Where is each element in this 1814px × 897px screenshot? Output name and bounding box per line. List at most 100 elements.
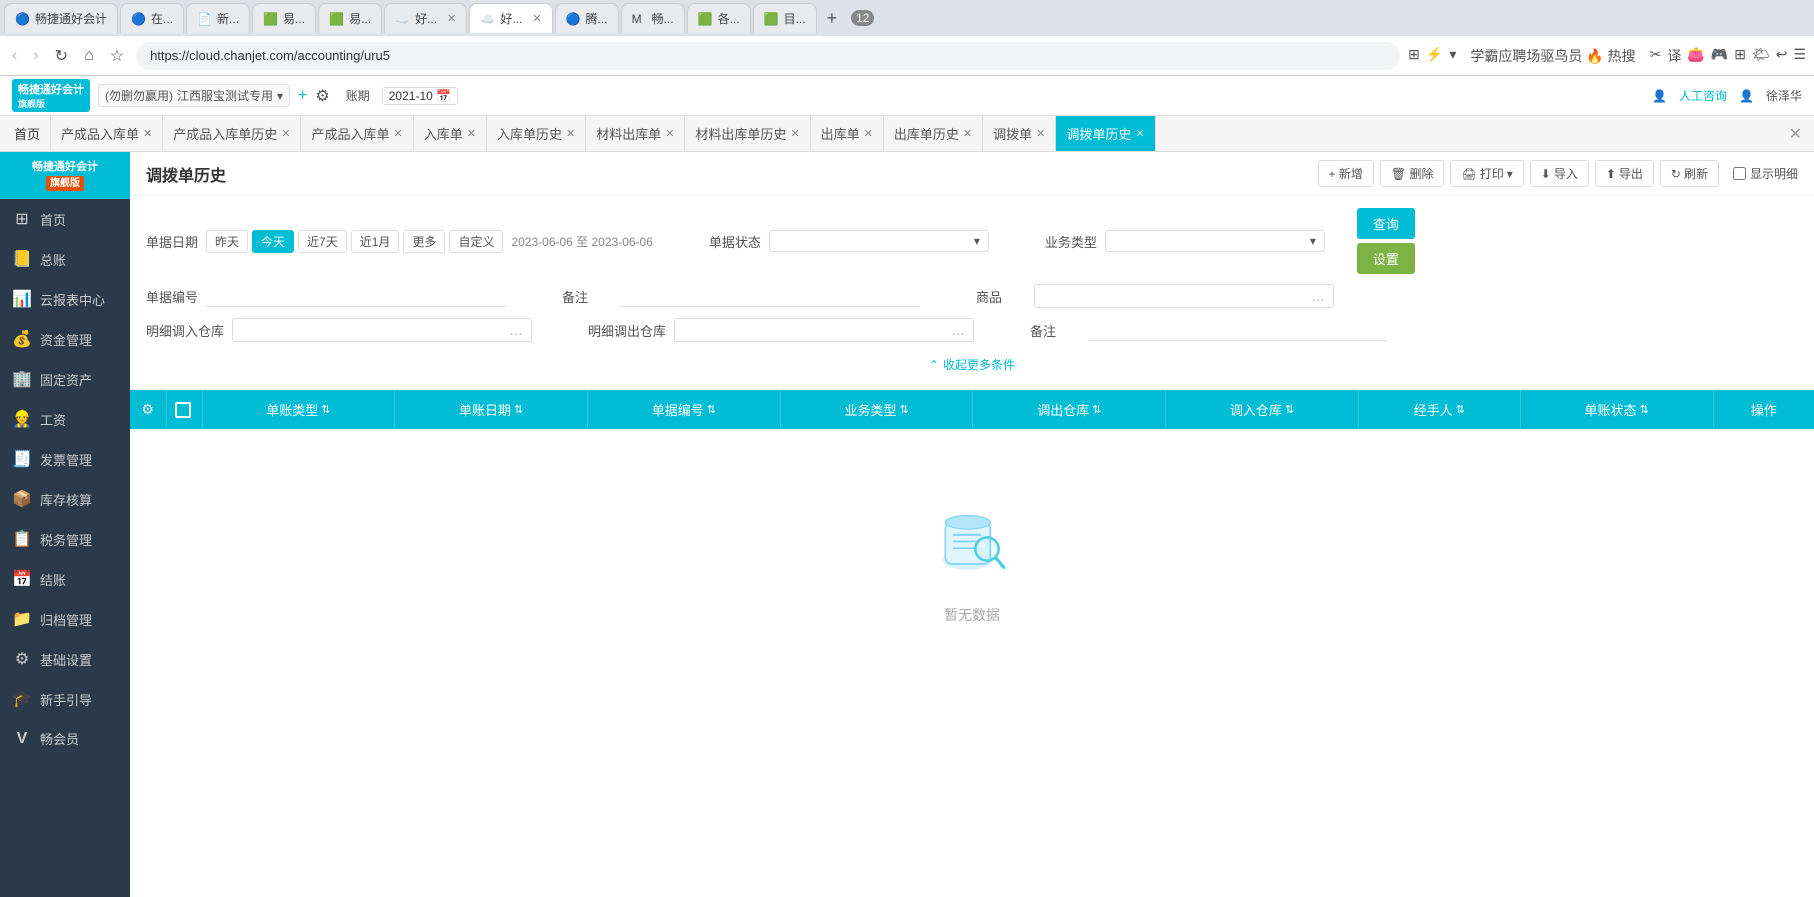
- company-selector[interactable]: (勿删勿赢用) 江西服宝测试专用 ▾: [98, 84, 290, 107]
- close-all-tabs-button[interactable]: ✕: [1781, 124, 1810, 144]
- tab-4-close[interactable]: ✕: [467, 127, 476, 140]
- tab-2[interactable]: 产成品入库单历史 ✕: [163, 116, 301, 152]
- tab-6-close[interactable]: ✕: [665, 127, 674, 140]
- warehouse-out-input[interactable]: …: [674, 318, 974, 342]
- refresh-button[interactable]: ↻: [51, 44, 72, 68]
- forward-button[interactable]: ›: [29, 45, 42, 67]
- tab-8-close[interactable]: ✕: [864, 127, 873, 140]
- browser-tab-4[interactable]: 🟩 易...: [318, 3, 382, 33]
- add-company-button[interactable]: +: [298, 87, 307, 105]
- tab-11-active[interactable]: 调拨单历史 ✕: [1056, 116, 1155, 152]
- browser-tab-3[interactable]: 🟩 易...: [252, 3, 316, 33]
- col-out-warehouse[interactable]: 调出仓库 ⇅: [973, 390, 1166, 429]
- sidebar-item-guide[interactable]: 🎓 新手引导: [0, 679, 130, 719]
- menu-icon[interactable]: ☰: [1793, 46, 1806, 66]
- theme-icon[interactable]: 🌤: [1752, 46, 1770, 66]
- browser-tab-9[interactable]: 🟩 各...: [687, 3, 751, 33]
- print-button[interactable]: 🖨 🖨 打印 打印 ▾: [1450, 160, 1523, 187]
- browser-tab-7[interactable]: 🔵 腾...: [555, 3, 619, 33]
- tab-5-close[interactable]: ✕: [566, 127, 575, 140]
- filter-settings-button[interactable]: 设置: [1357, 243, 1415, 274]
- tab-8[interactable]: 出库单 ✕: [811, 116, 884, 152]
- sidebar-item-assets[interactable]: 🏢 固定资产: [0, 359, 130, 399]
- col-doc-type[interactable]: 单账类型 ⇅: [202, 390, 395, 429]
- sidebar-item-reports[interactable]: 📊 云报表中心: [0, 279, 130, 319]
- tab-1-close[interactable]: ✕: [143, 127, 152, 140]
- date-btn-more[interactable]: 更多: [403, 230, 445, 253]
- extensions-icon[interactable]: ⊞: [1408, 46, 1420, 66]
- help-link[interactable]: 人工咨询: [1679, 87, 1727, 104]
- goods-input[interactable]: …: [1034, 284, 1334, 308]
- sidebar-item-inventory[interactable]: 📦 库存核算: [0, 479, 130, 519]
- date-btn-1month[interactable]: 近1月: [351, 230, 400, 253]
- tab-10-close[interactable]: ✕: [1036, 127, 1045, 140]
- sidebar-item-archive[interactable]: 📁 归档管理: [0, 599, 130, 639]
- export-button[interactable]: ⬆ 导出: [1595, 160, 1654, 187]
- remark-input[interactable]: [620, 286, 920, 307]
- tab-11-close[interactable]: ✕: [1135, 127, 1144, 140]
- period-value[interactable]: 2021-10 📅: [382, 87, 458, 105]
- sidebar-item-finance[interactable]: 💰 资金管理: [0, 319, 130, 359]
- browser-tab-0[interactable]: 🔵 畅捷通好会计: [4, 3, 118, 33]
- tab-close-5[interactable]: ✕: [447, 12, 456, 25]
- search-button[interactable]: 查询: [1357, 208, 1415, 239]
- business-type-select[interactable]: ▾: [1105, 230, 1325, 252]
- tab-3[interactable]: 产成品入库单 ✕: [301, 116, 413, 152]
- status-select[interactable]: ▾: [769, 230, 989, 252]
- new-button[interactable]: + 新增: [1318, 160, 1374, 187]
- table-settings-gear[interactable]: ⚙: [141, 401, 154, 417]
- tab-7[interactable]: 材料出库单历史 ✕: [685, 116, 810, 152]
- tab-4[interactable]: 入库单 ✕: [414, 116, 487, 152]
- col-handler[interactable]: 经手人 ⇅: [1358, 390, 1520, 429]
- col-business-type[interactable]: 业务类型 ⇅: [780, 390, 973, 429]
- col-doc-number[interactable]: 单据编号 ⇅: [587, 390, 780, 429]
- sidebar-item-settings[interactable]: ⚙ 基础设置: [0, 639, 130, 679]
- tab-10[interactable]: 调拨单 ✕: [983, 116, 1056, 152]
- browser-tab-5[interactable]: ☁️ 好... ✕: [384, 3, 467, 33]
- delete-button[interactable]: 🗑 删除: [1380, 160, 1445, 187]
- import-button[interactable]: ⬇ 导入: [1530, 160, 1589, 187]
- tab-7-close[interactable]: ✕: [790, 127, 799, 140]
- date-btn-yesterday[interactable]: 昨天: [206, 230, 248, 253]
- tab-2-close[interactable]: ✕: [281, 127, 290, 140]
- sidebar-item-salary[interactable]: 👷 工资: [0, 399, 130, 439]
- tab-9-close[interactable]: ✕: [963, 127, 972, 140]
- bookmark-button[interactable]: ☆: [106, 44, 128, 68]
- tab-1[interactable]: 产成品入库单 ✕: [51, 116, 163, 152]
- settings-icon[interactable]: ⚙: [315, 86, 329, 106]
- col-doc-date[interactable]: 单账日期 ⇅: [395, 390, 588, 429]
- user-name[interactable]: 徐泽华: [1766, 87, 1802, 104]
- browser-tab-10[interactable]: 🟩 目...: [753, 3, 817, 33]
- sidebar-item-member[interactable]: V 畅会员: [0, 719, 130, 758]
- browser-tab-8[interactable]: M 畅...: [621, 3, 685, 33]
- grid-icon[interactable]: ⊞: [1734, 46, 1746, 66]
- tab-3-close[interactable]: ✕: [394, 127, 403, 140]
- browser-tab-active[interactable]: ☁️ 好... ✕: [469, 3, 552, 33]
- undo-icon[interactable]: ↩: [1776, 46, 1788, 66]
- date-btn-today[interactable]: 今天: [252, 230, 294, 253]
- browser-tab-1[interactable]: 🔵 在...: [120, 3, 184, 33]
- col-doc-status[interactable]: 单账状态 ⇅: [1520, 390, 1713, 429]
- home-button[interactable]: ⌂: [80, 45, 98, 67]
- col-settings[interactable]: ⚙: [130, 390, 166, 429]
- display-toggle-checkbox[interactable]: [1733, 167, 1746, 180]
- sidebar-item-closing[interactable]: 📅 结账: [0, 559, 130, 599]
- wallet-icon[interactable]: 👛: [1687, 46, 1704, 66]
- sidebar-item-invoice[interactable]: 🧾 发票管理: [0, 439, 130, 479]
- doc-number-input[interactable]: [206, 286, 506, 307]
- col-in-warehouse[interactable]: 调入仓库 ⇅: [1166, 390, 1359, 429]
- translate-icon[interactable]: 译: [1667, 46, 1681, 66]
- remark2-input[interactable]: [1088, 320, 1388, 341]
- display-toggle[interactable]: 显示明细: [1733, 165, 1798, 182]
- tab-5[interactable]: 入库单历史 ✕: [487, 116, 586, 152]
- sidebar-item-ledger[interactable]: 📒 总账: [0, 239, 130, 279]
- date-btn-7days[interactable]: 近7天: [298, 230, 347, 253]
- scissors-icon[interactable]: ✂: [1650, 46, 1662, 66]
- lightning-icon[interactable]: ⚡: [1426, 46, 1443, 66]
- tab-6[interactable]: 材料出库单 ✕: [586, 116, 685, 152]
- sidebar-item-tax[interactable]: 📋 税务管理: [0, 519, 130, 559]
- dropdown-icon[interactable]: ▾: [1449, 46, 1456, 66]
- refresh-btn[interactable]: ↻ 刷新: [1660, 160, 1719, 187]
- date-btn-custom[interactable]: 自定义: [449, 230, 503, 253]
- back-button[interactable]: ‹: [8, 45, 21, 67]
